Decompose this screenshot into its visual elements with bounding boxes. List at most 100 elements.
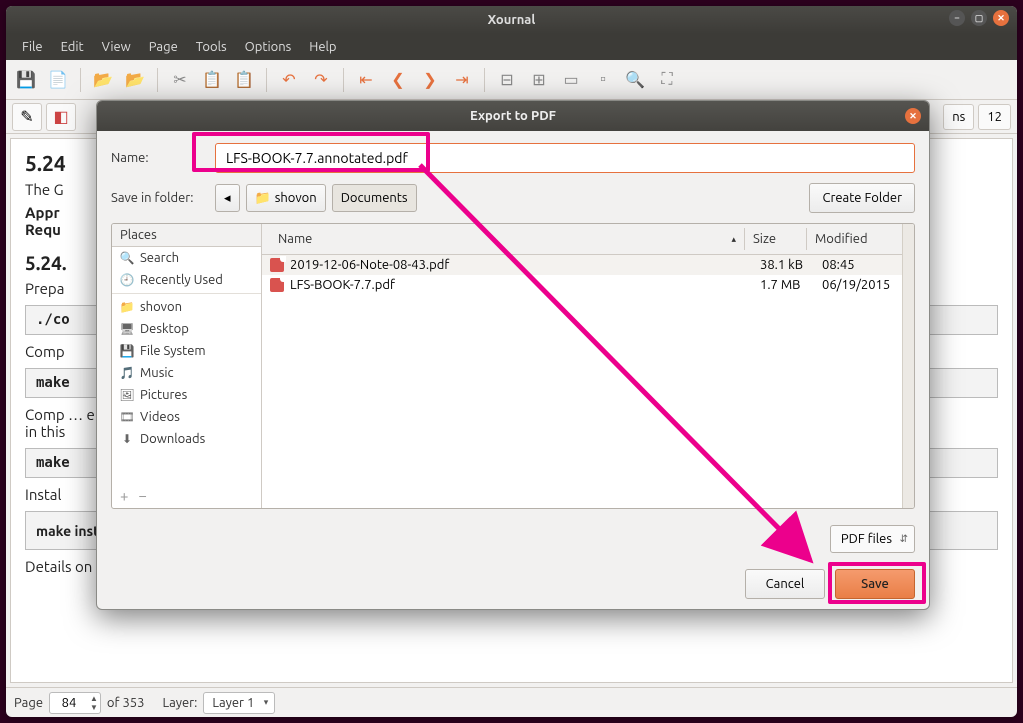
name-label: Name: [111,151,203,165]
places-header: Places [112,224,261,247]
page-spinner[interactable]: ▲▼ [49,692,101,714]
place-icon: ⬇ [120,432,134,446]
place-label: shovon [140,300,182,314]
fit-page-icon[interactable]: ▫ [589,66,617,94]
file-name: LFS-BOOK-7.7.pdf [290,278,395,292]
prev-page-icon[interactable]: ❮ [384,66,412,94]
file-size: 38.1 kB [752,258,814,272]
place-label: Music [140,366,174,380]
places-footer: + − [112,483,261,508]
place-item[interactable]: 📁shovon [112,296,261,318]
menu-options[interactable]: Options [237,37,300,57]
scrollbar[interactable] [902,224,914,508]
menu-view[interactable]: View [94,37,139,57]
minimize-button[interactable]: – [949,10,965,26]
col-modified[interactable]: Modified [806,228,894,250]
close-button[interactable]: ✕ [993,10,1009,26]
window-controls: – ▢ ✕ [949,10,1009,26]
page-input[interactable] [50,696,88,710]
file-modified: 06/19/2015 [814,278,902,292]
new-icon[interactable]: 📄 [44,66,72,94]
cancel-button[interactable]: Cancel [745,569,825,599]
place-label: Pictures [140,388,187,402]
file-row[interactable]: LFS-BOOK-7.7.pdf1.7 MB06/19/2015 [262,275,902,295]
create-folder-button[interactable]: Create Folder [809,183,915,213]
menu-help[interactable]: Help [301,37,344,57]
page-total: of 353 [107,696,145,710]
zoom-out-icon[interactable]: ⊟ [493,66,521,94]
dialog-titlebar: Export to PDF ✕ [97,101,929,131]
place-icon: 🔍 [120,251,134,265]
redo-icon[interactable]: ↷ [307,66,335,94]
place-label: File System [140,344,206,358]
path-segment-documents[interactable]: Documents [332,184,417,212]
page-label: Page [14,696,43,710]
window-title: Xournal [488,13,536,27]
place-item[interactable]: 🎵 Music [112,362,261,384]
add-bookmark-icon[interactable]: + [120,487,128,504]
place-label: Search [140,251,179,265]
path-back-button[interactable]: ◂ [215,184,240,212]
place-item[interactable]: 🕘 Recently Used [112,269,261,291]
menu-page[interactable]: Page [141,37,186,57]
place-icon: 🎵 [120,366,134,380]
next-page-icon[interactable]: ❯ [416,66,444,94]
pdf-icon [270,278,284,292]
menu-edit[interactable]: Edit [53,37,92,57]
place-icon: 💾 [120,344,134,358]
place-label: Recently Used [140,273,223,287]
file-name: 2019-12-06-Note-08-43.pdf [290,258,449,272]
file-browser: Places 🔍 Search 🕘 Recently Used 📁shovon 🖥 Desk… [111,223,915,509]
place-item[interactable]: 💾 File System [112,340,261,362]
remove-bookmark-icon[interactable]: − [138,487,146,504]
open-icon[interactable]: 📂 [89,66,117,94]
file-list-header: Name▴ Size Modified [262,224,902,255]
save-icon[interactable]: 💾 [12,66,40,94]
filetype-combo[interactable]: PDF files [830,525,915,553]
file-list: Name▴ Size Modified 2019-12-06-Note-08-4… [262,224,902,508]
paste-icon[interactable]: 📋 [230,66,258,94]
save-button[interactable]: Save [835,569,915,599]
place-item[interactable]: 🎞 Videos [112,406,261,428]
layer-combo[interactable]: Layer 1 [203,692,275,714]
place-label: Desktop [140,322,189,336]
menu-tools[interactable]: Tools [188,37,235,57]
open2-icon[interactable]: 📂 [121,66,149,94]
maximize-button[interactable]: ▢ [971,10,987,26]
place-label: Videos [140,410,180,424]
path-segment-shovon[interactable]: 📁shovon [246,184,326,212]
filename-input[interactable] [215,143,915,173]
pen-tool-icon[interactable]: ✎ [12,103,42,131]
place-item[interactable]: ⬇ Downloads [112,428,261,450]
eraser-tool-icon[interactable]: ◧ [46,103,76,131]
undo-icon[interactable]: ↶ [275,66,303,94]
place-icon: 🖥 [120,322,134,336]
menubar: File Edit View Page Tools Options Help [6,34,1017,60]
place-icon: 🕘 [120,273,134,287]
titlebar: Xournal – ▢ ✕ [6,6,1017,34]
zoom-tool-icon[interactable]: 🔍 [621,66,649,94]
dialog-title: Export to PDF [470,109,556,123]
fit-width-icon[interactable]: ▭ [557,66,585,94]
fullscreen-icon[interactable]: ⛶ [653,66,681,94]
save-in-label: Save in folder: [111,191,203,205]
col-size[interactable]: Size [744,228,806,250]
export-pdf-dialog: Export to PDF ✕ Name: Save in folder: ◂ … [96,100,930,610]
statusbar: Page ▲▼ of 353 Layer: Layer 1 [6,687,1017,717]
ns-label: ns [943,104,974,130]
main-toolbar: 💾 📄 📂 📂 ✂ 📋 📋 ↶ ↷ ⇤ ❮ ❯ ⇥ ⊟ ⊞ ▭ ▫ 🔍 ⛶ [6,60,1017,100]
place-icon: 🎞 [120,410,134,424]
file-row[interactable]: 2019-12-06-Note-08-43.pdf38.1 kB08:45 [262,255,902,275]
copy-icon[interactable]: 📋 [198,66,226,94]
place-label: Downloads [140,432,205,446]
cut-icon[interactable]: ✂ [166,66,194,94]
zoom-in-icon[interactable]: ⊞ [525,66,553,94]
place-item[interactable]: 🖥 Desktop [112,318,261,340]
last-page-icon[interactable]: ⇥ [448,66,476,94]
dialog-close-button[interactable]: ✕ [905,108,921,124]
first-page-icon[interactable]: ⇤ [352,66,380,94]
menu-file[interactable]: File [14,37,51,57]
col-name[interactable]: Name▴ [270,228,744,250]
place-item[interactable]: 🔍 Search [112,247,261,269]
place-item[interactable]: 🖼Pictures [112,384,261,406]
